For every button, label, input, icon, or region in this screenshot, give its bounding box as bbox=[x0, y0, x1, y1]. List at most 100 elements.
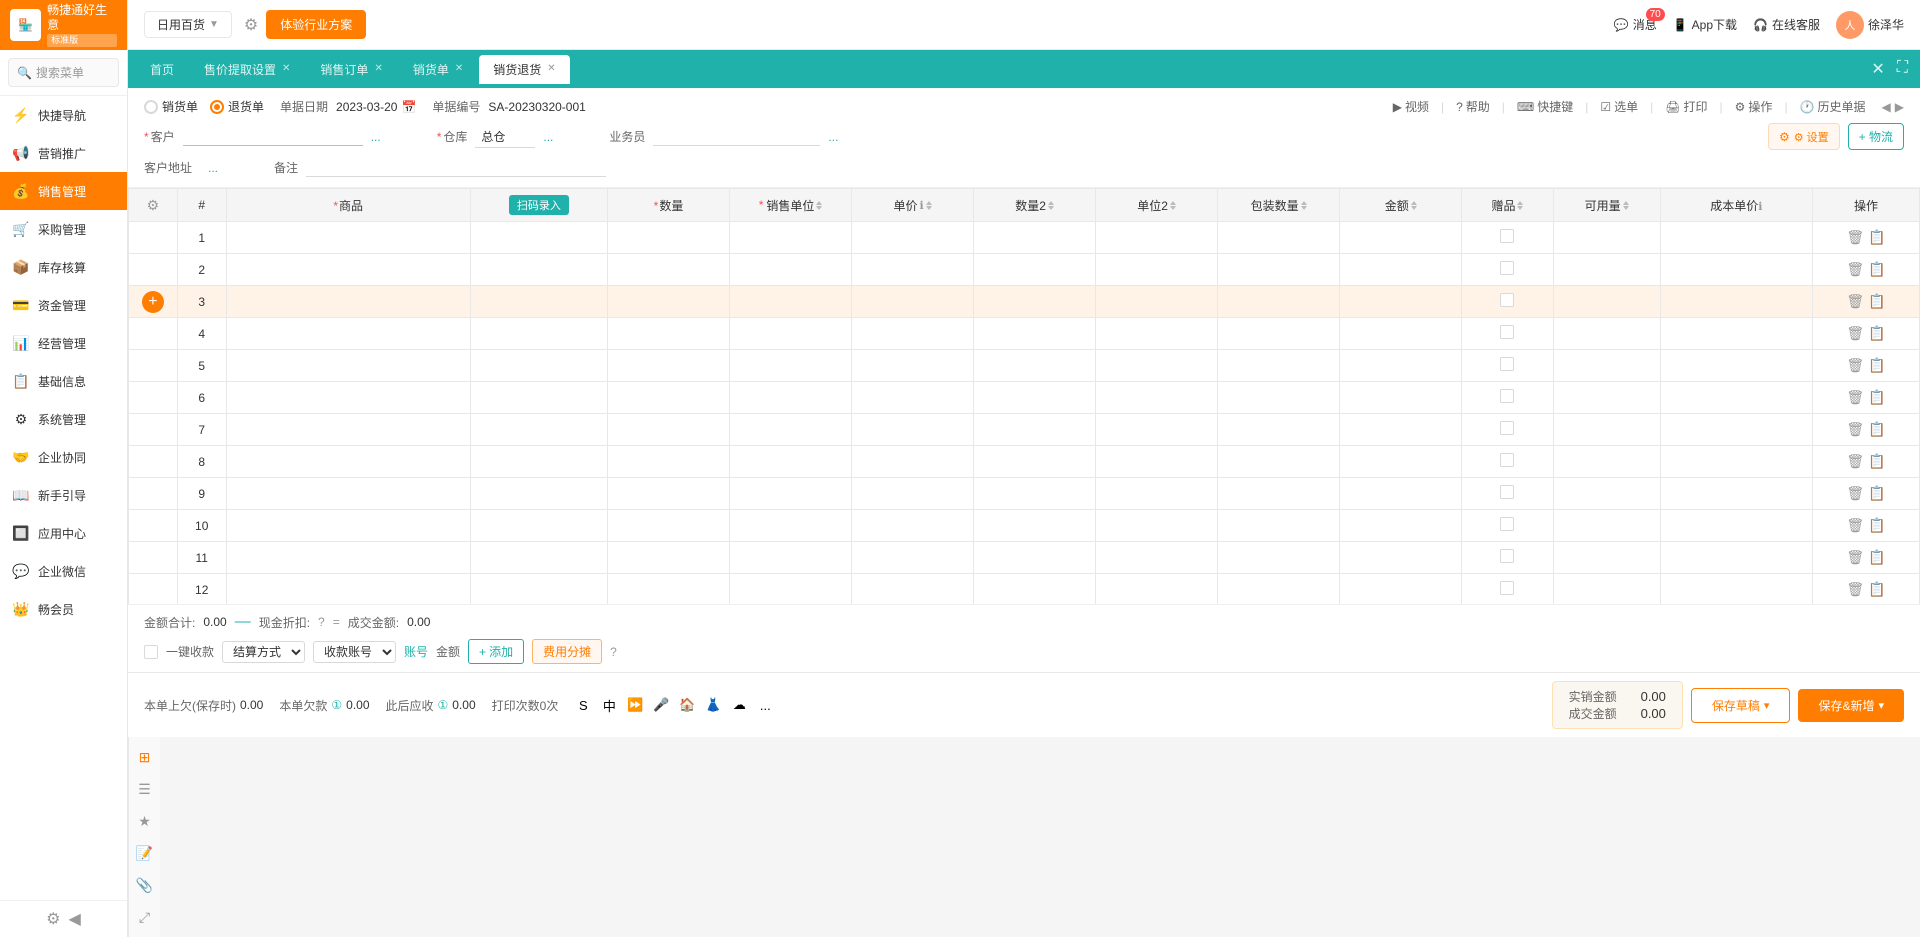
row-goods-6[interactable] bbox=[226, 382, 470, 414]
tool-icon-5[interactable]: 🏠 bbox=[676, 694, 698, 716]
row-unit2-7[interactable] bbox=[1096, 414, 1218, 446]
operate-button[interactable]: ⚙ 操作 bbox=[1735, 98, 1773, 115]
row-price-9[interactable] bbox=[852, 478, 974, 510]
row-qty-9[interactable] bbox=[608, 478, 730, 510]
sidebar-item-guide[interactable]: 📖 新手引导 bbox=[0, 476, 127, 514]
calendar-icon[interactable]: 📅 bbox=[401, 100, 416, 114]
sidebar-item-basics[interactable]: 📋 基础信息 bbox=[0, 362, 127, 400]
tool-icon-8[interactable]: ... bbox=[754, 694, 776, 716]
row-qty-5[interactable] bbox=[608, 350, 730, 382]
row-price-5[interactable] bbox=[852, 350, 974, 382]
warehouse-input[interactable]: 总仓 bbox=[475, 126, 535, 148]
doc-owe-help[interactable]: ① bbox=[331, 698, 342, 712]
right-panel-expand[interactable]: ⤢ bbox=[133, 905, 157, 929]
gift-checkbox-1[interactable] bbox=[1500, 229, 1514, 243]
row-qty2-3[interactable] bbox=[974, 286, 1096, 318]
row-qty2-9[interactable] bbox=[974, 478, 1096, 510]
delete-row-8[interactable]: 🗑 bbox=[1846, 453, 1864, 470]
user-avatar[interactable]: 人 徐泽华 bbox=[1836, 11, 1904, 39]
row-goods-9[interactable] bbox=[226, 478, 470, 510]
goods-input[interactable] bbox=[231, 295, 466, 309]
right-panel-grid2[interactable]: ☰ bbox=[133, 777, 157, 801]
sidebar-item-finance[interactable]: 💳 资金管理 bbox=[0, 286, 127, 324]
remark-input[interactable] bbox=[306, 158, 606, 177]
row-goods-11[interactable] bbox=[226, 542, 470, 574]
logistics-button[interactable]: + 物流 bbox=[1848, 123, 1904, 150]
calc-method-select[interactable]: 结算方式 bbox=[222, 641, 305, 663]
row-unit-7[interactable] bbox=[730, 414, 852, 446]
row-unit2-5[interactable] bbox=[1096, 350, 1218, 382]
row-qty-4[interactable] bbox=[608, 318, 730, 350]
gift-checkbox-11[interactable] bbox=[1500, 549, 1514, 563]
copy-row-3[interactable]: 📋 bbox=[1868, 293, 1885, 310]
tab-close-sales-price[interactable]: ✕ bbox=[282, 64, 290, 74]
row-goods-10[interactable] bbox=[226, 510, 470, 542]
row-unit-4[interactable] bbox=[730, 318, 852, 350]
tab-sales-return[interactable]: 销货退货 ✕ bbox=[479, 55, 569, 84]
row-pack-12[interactable] bbox=[1218, 574, 1340, 605]
row-amount-4[interactable] bbox=[1340, 318, 1462, 350]
copy-row-7[interactable]: 📋 bbox=[1868, 421, 1885, 438]
row-qty-3[interactable] bbox=[608, 286, 730, 318]
row-qty2-11[interactable] bbox=[974, 542, 1096, 574]
row-goods-12[interactable] bbox=[226, 574, 470, 605]
trial-plan-button[interactable]: 体验行业方案 bbox=[266, 10, 366, 39]
tool-icon-1[interactable]: S bbox=[572, 694, 594, 716]
row-gift-12[interactable] bbox=[1462, 574, 1554, 605]
tab-home[interactable]: 首页 bbox=[136, 55, 188, 84]
row-qty2-10[interactable] bbox=[974, 510, 1096, 542]
tab-close-sales-order[interactable]: ✕ bbox=[374, 64, 382, 74]
copy-row-6[interactable]: 📋 bbox=[1868, 389, 1885, 406]
gift-checkbox-3[interactable] bbox=[1500, 293, 1514, 307]
price-info-icon[interactable]: ℹ bbox=[919, 199, 923, 212]
row-qty-7[interactable] bbox=[608, 414, 730, 446]
row-unit2-4[interactable] bbox=[1096, 318, 1218, 350]
nav-next-icon[interactable]: ▶ bbox=[1895, 100, 1904, 114]
row-gift-10[interactable] bbox=[1462, 510, 1554, 542]
sidebar-item-wecom[interactable]: 💬 企业微信 bbox=[0, 552, 127, 590]
row-pack-6[interactable] bbox=[1218, 382, 1340, 414]
row-unit-2[interactable] bbox=[730, 254, 852, 286]
row-qty-1[interactable] bbox=[608, 222, 730, 254]
close-all-tabs-button[interactable]: ✕ bbox=[1867, 57, 1888, 81]
help-button[interactable]: ? 帮助 bbox=[1456, 98, 1490, 115]
row-amount-11[interactable] bbox=[1340, 542, 1462, 574]
row-amount-10[interactable] bbox=[1340, 510, 1462, 542]
row-unit2-1[interactable] bbox=[1096, 222, 1218, 254]
sidebar-item-operations[interactable]: 📊 经营管理 bbox=[0, 324, 127, 362]
row-pack-5[interactable] bbox=[1218, 350, 1340, 382]
right-panel-clip[interactable]: 📎 bbox=[133, 873, 157, 897]
copy-row-11[interactable]: 📋 bbox=[1868, 549, 1885, 566]
row-price-7[interactable] bbox=[852, 414, 974, 446]
row-gift-4[interactable] bbox=[1462, 318, 1554, 350]
row-unit-3[interactable] bbox=[730, 286, 852, 318]
row-qty2-2[interactable] bbox=[974, 254, 1096, 286]
address-more-button[interactable]: ... bbox=[208, 161, 218, 175]
row-unit2-3[interactable] bbox=[1096, 286, 1218, 318]
row-amount-9[interactable] bbox=[1340, 478, 1462, 510]
sidebar-item-shortcut[interactable]: ⚡ 快捷导航 bbox=[0, 96, 127, 134]
sidebar-item-inventory[interactable]: 📦 库存核算 bbox=[0, 248, 127, 286]
sidebar-item-sales[interactable]: 💰 销售管理 bbox=[0, 172, 127, 210]
row-price-11[interactable] bbox=[852, 542, 974, 574]
copy-row-4[interactable]: 📋 bbox=[1868, 325, 1885, 342]
row-amount-1[interactable] bbox=[1340, 222, 1462, 254]
sidebar-item-enterprise[interactable]: 🤝 企业协同 bbox=[0, 438, 127, 476]
row-gift-8[interactable] bbox=[1462, 446, 1554, 478]
tool-icon-3[interactable]: ⏩ bbox=[624, 694, 646, 716]
copy-row-9[interactable]: 📋 bbox=[1868, 485, 1885, 502]
row-goods-7[interactable] bbox=[226, 414, 470, 446]
tool-icon-4[interactable]: 🎤 bbox=[650, 694, 672, 716]
add-account-button[interactable]: + 添加 bbox=[468, 639, 524, 664]
row-price-4[interactable] bbox=[852, 318, 974, 350]
sidebar-item-purchase[interactable]: 🛒 采购管理 bbox=[0, 210, 127, 248]
sidebar-settings-button[interactable]: ⚙ bbox=[46, 909, 60, 929]
row-unit2-10[interactable] bbox=[1096, 510, 1218, 542]
copy-row-8[interactable]: 📋 bbox=[1868, 453, 1885, 470]
row-amount-3[interactable] bbox=[1340, 286, 1462, 318]
row-gift-3[interactable] bbox=[1462, 286, 1554, 318]
delete-row-6[interactable]: 🗑 bbox=[1846, 389, 1864, 406]
row-amount-5[interactable] bbox=[1340, 350, 1462, 382]
row-unit-9[interactable] bbox=[730, 478, 852, 510]
row-pack-10[interactable] bbox=[1218, 510, 1340, 542]
